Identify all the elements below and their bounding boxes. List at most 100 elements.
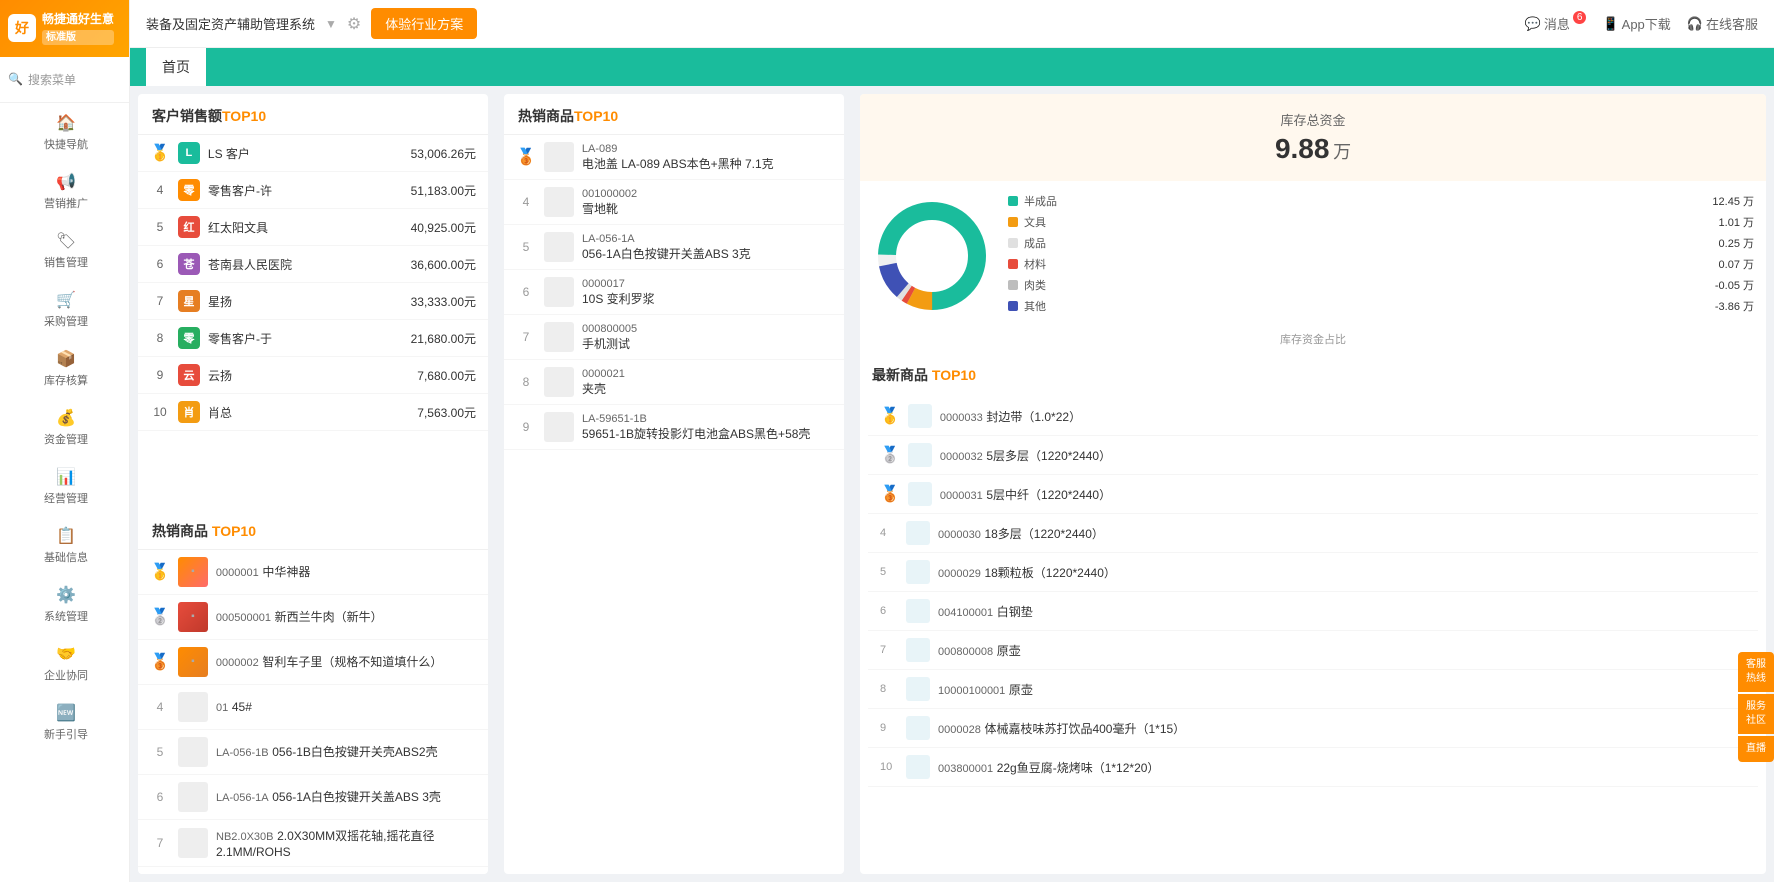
product-code: 001000002 bbox=[582, 188, 832, 200]
table-row: 9 云 云扬 7,680.00元 bbox=[138, 357, 488, 394]
sidebar-item-enterprise[interactable]: 🤝 企业协同 bbox=[0, 634, 129, 693]
list-item: 9 LA-59651-1B 59651-1B旋转投影灯电池盒ABS黑色+58壳 bbox=[504, 405, 844, 450]
tab-home[interactable]: 首页 bbox=[146, 48, 206, 86]
search-menu-btn[interactable]: 🔍 搜索菜单 bbox=[8, 67, 121, 92]
right-panel: 库存总资金 9.88 万 bbox=[860, 94, 1766, 874]
marketing-icon: 📢 bbox=[56, 172, 76, 192]
product-info: LA-056-1A 056-1A白色按键开关盖ABS 3克 bbox=[582, 233, 832, 262]
hot-products-center-table: 🥉 LA-089 电池盖 LA-089 ABS本色+黑种 7.1克 4 0010… bbox=[504, 135, 844, 874]
service-community-btn[interactable]: 服务 社区 bbox=[1738, 694, 1774, 734]
sidebar-nav: 🏠 快捷导航 📢 营销推广 🏷 销售管理 🛒 采购管理 📦 库存核算 💰 资金管… bbox=[0, 103, 129, 882]
np-thumbnail bbox=[906, 638, 930, 662]
rank-num: 5 bbox=[150, 745, 170, 759]
cta-button[interactable]: 体验行业方案 bbox=[371, 8, 477, 39]
np-thumbnail bbox=[908, 482, 932, 506]
hot-products-bottom-title: 热销商品 TOP10 bbox=[138, 509, 488, 550]
medal-gold-icon: 🥇 bbox=[150, 562, 170, 582]
rank-badge: 云 bbox=[178, 364, 200, 386]
product-info: 000500001 新西兰牛肉（新牛） bbox=[216, 608, 476, 625]
product-code: LA-056-1A bbox=[582, 233, 832, 245]
legend-item-finished: 成品 0.25 万 bbox=[1008, 235, 1754, 251]
customer-amount: 7,680.00元 bbox=[417, 367, 476, 384]
legend-item-semifinished: 半成品 12.45 万 bbox=[1008, 193, 1754, 209]
rank-num: 10 bbox=[150, 405, 170, 419]
np-info: 004100001 白钢垫 bbox=[938, 603, 1746, 620]
medal-gold-icon: 🥇 bbox=[880, 406, 900, 426]
rank-num: 6 bbox=[880, 605, 898, 617]
product-thumbnail bbox=[544, 322, 574, 352]
message-btn[interactable]: 💬 消息 6 bbox=[1525, 14, 1587, 33]
table-row: 6 苍 苍南县人民医院 36,600.00元 bbox=[138, 246, 488, 283]
sidebar-item-system[interactable]: ⚙️ 系统管理 bbox=[0, 575, 129, 634]
product-thumbnail bbox=[178, 874, 208, 875]
sidebar-item-sales[interactable]: 🏷 销售管理 bbox=[0, 221, 129, 280]
product-thumbnail bbox=[544, 232, 574, 262]
table-row: 4 零 零售客户-许 51,183.00元 bbox=[138, 172, 488, 209]
legend-item-meat: 肉类 -0.05 万 bbox=[1008, 277, 1754, 293]
rank-badge: 苍 bbox=[178, 253, 200, 275]
app-download-btn[interactable]: 📱 App下载 bbox=[1602, 14, 1670, 33]
np-info: 0000030 18多层（1220*2440） bbox=[938, 525, 1746, 542]
rank-num: 9 bbox=[880, 722, 898, 734]
purchase-icon: 🛒 bbox=[56, 290, 76, 310]
dropdown-arrow-icon[interactable]: ▼ bbox=[325, 17, 337, 31]
rank-badge: 星 bbox=[178, 290, 200, 312]
customer-name: 云扬 bbox=[208, 367, 409, 384]
settings-icon[interactable]: ⚙ bbox=[347, 14, 361, 34]
sidebar-item-marketing[interactable]: 📢 营销推广 bbox=[0, 162, 129, 221]
enterprise-icon: 🤝 bbox=[56, 644, 76, 664]
product-thumbnail: ▪ bbox=[178, 557, 208, 587]
sales-icon: 🏷 bbox=[56, 231, 76, 251]
sidebar-item-purchase[interactable]: 🛒 采购管理 bbox=[0, 280, 129, 339]
medal-bronze-icon: 🥉 bbox=[150, 652, 170, 672]
logo-icon: 好 bbox=[8, 14, 36, 42]
medal-gold-icon: 🥇 bbox=[150, 143, 170, 163]
sidebar-item-inventory[interactable]: 📦 库存核算 bbox=[0, 339, 129, 398]
np-thumbnail bbox=[906, 755, 930, 779]
rank-num: 8 bbox=[516, 375, 536, 389]
customer-ranking-panel: 客户销售额TOP10 🥇 L LS 客户 53,006.26元 4 零 零售客户… bbox=[138, 94, 488, 874]
list-item: 🥉 ▪ 0000002 智利车子里（规格不知道填什么） bbox=[138, 640, 488, 685]
rank-num: 6 bbox=[516, 285, 536, 299]
sidebar-search[interactable]: 🔍 搜索菜单 bbox=[0, 57, 129, 103]
np-info: 0000031 5层中纤（1220*2440） bbox=[940, 486, 1746, 503]
customer-service-btn[interactable]: 客服 热线 bbox=[1738, 652, 1774, 692]
sidebar-item-finance[interactable]: 💰 资金管理 bbox=[0, 398, 129, 457]
product-info: NB2.0X30B 2.0X30MM双摇花轴,摇花直径2.1MM/ROHS bbox=[216, 827, 476, 859]
legend-dot bbox=[1008, 301, 1018, 311]
rank-num: 10 bbox=[880, 761, 898, 773]
product-info: 000800005 手机测试 bbox=[582, 323, 832, 352]
legend-item-stationery: 文具 1.01 万 bbox=[1008, 214, 1754, 230]
np-thumbnail bbox=[906, 677, 930, 701]
live-stream-btn[interactable]: 直播 bbox=[1738, 736, 1774, 762]
online-service-btn[interactable]: 🎧 在线客服 bbox=[1687, 14, 1758, 33]
product-name: 59651-1B旋转投影灯电池盒ABS黑色+58壳 bbox=[582, 425, 832, 442]
rank-num: 9 bbox=[516, 420, 536, 434]
product-info: 0000002 智利车子里（规格不知道填什么） bbox=[216, 653, 476, 670]
customer-ranking-subtitle: TOP10 bbox=[222, 108, 266, 124]
sidebar-item-operations[interactable]: 📊 经营管理 bbox=[0, 457, 129, 516]
medal-bronze-icon: 🥉 bbox=[880, 484, 900, 504]
product-code: LA-59651-1B bbox=[582, 413, 832, 425]
product-info: 01 45# bbox=[216, 699, 476, 714]
np-info: 000800008 原壶 bbox=[938, 642, 1746, 659]
stock-ratio-label: 库存资金占比 bbox=[860, 331, 1766, 355]
sidebar-item-guide[interactable]: 🆕 新手引导 bbox=[0, 693, 129, 752]
rank-num: 5 bbox=[880, 566, 898, 578]
stock-header: 库存总资金 9.88 万 bbox=[860, 94, 1766, 181]
legend-item-other: 其他 -3.86 万 bbox=[1008, 298, 1754, 314]
logo-text: 畅捷通好生意 标准版 bbox=[42, 12, 114, 45]
np-thumbnail bbox=[906, 521, 930, 545]
list-item: 🥇 ▪ 0000001 中华神器 bbox=[138, 550, 488, 595]
hot-products-center-title: 热销商品TOP10 bbox=[504, 94, 844, 135]
sidebar-item-basic-info[interactable]: 📋 基础信息 bbox=[0, 516, 129, 575]
hot-products-center-panel: 热销商品TOP10 🥉 LA-089 电池盖 LA-089 ABS本色+黑种 7… bbox=[504, 94, 844, 874]
rank-num: 5 bbox=[150, 220, 170, 234]
product-name: 手机测试 bbox=[582, 335, 832, 352]
product-thumbnail bbox=[178, 692, 208, 722]
message-badge: 6 bbox=[1573, 11, 1587, 24]
sidebar-item-quick-nav[interactable]: 🏠 快捷导航 bbox=[0, 103, 129, 162]
rank-badge: 零 bbox=[178, 179, 200, 201]
medal-silver-icon: 🥈 bbox=[150, 607, 170, 627]
rank-num: 4 bbox=[880, 527, 898, 539]
